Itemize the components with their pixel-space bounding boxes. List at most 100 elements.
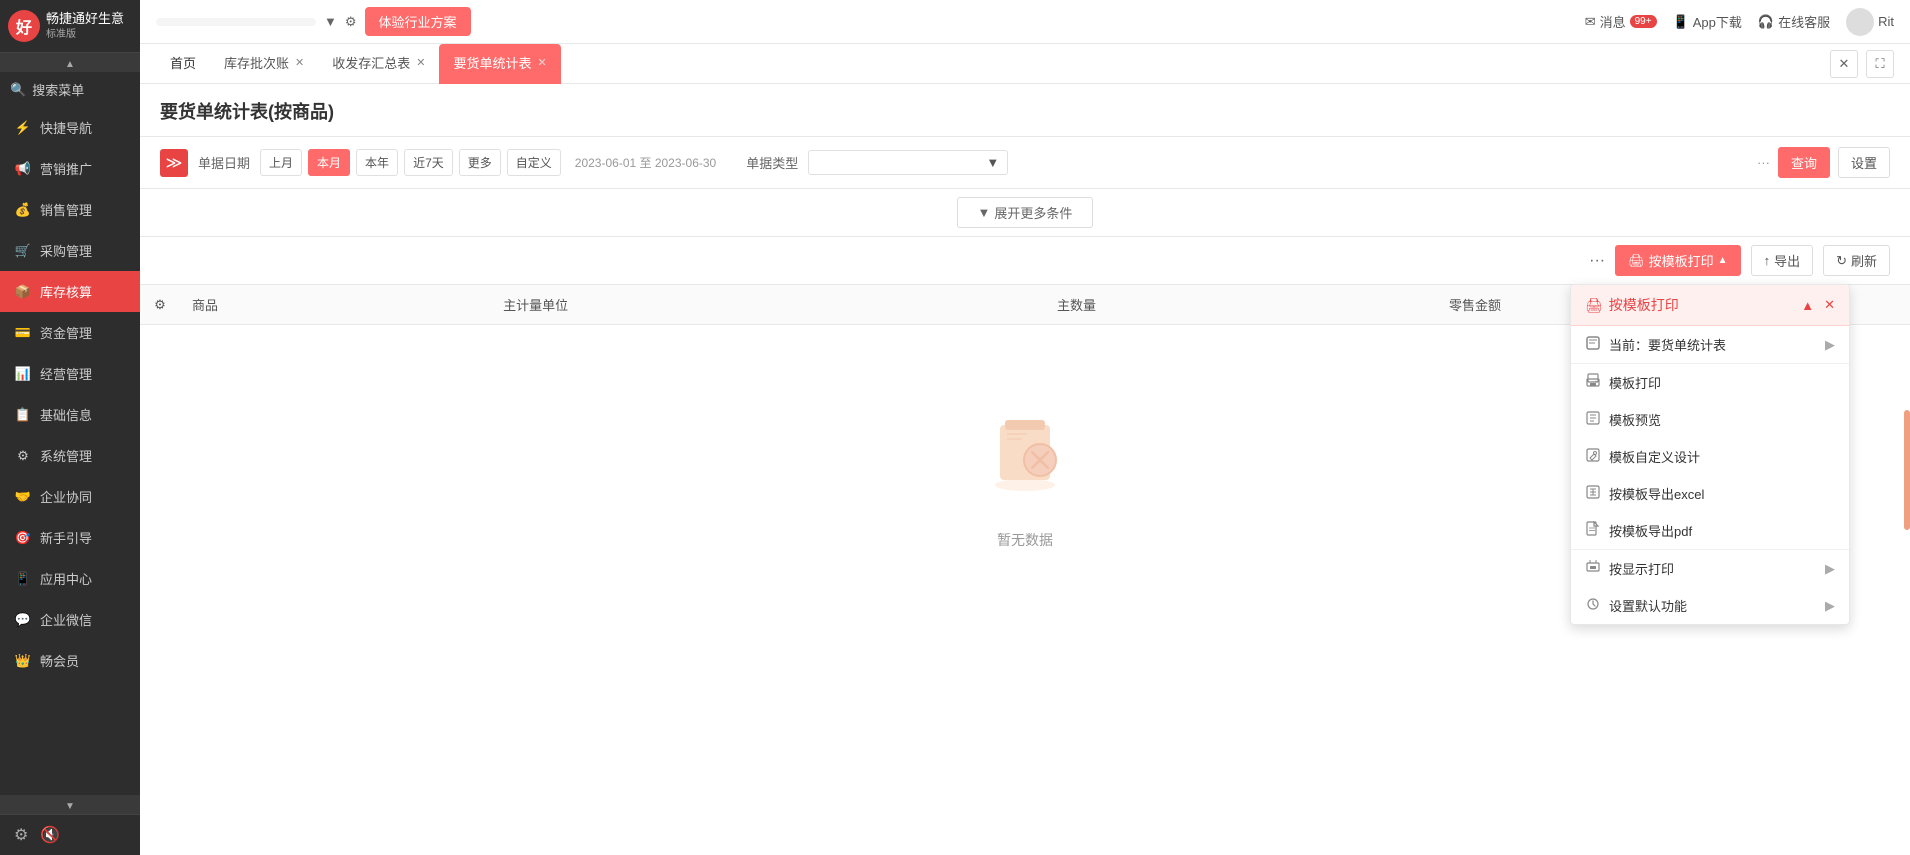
tab-inventory-batch-close[interactable]: ✕	[295, 56, 304, 69]
dropdown-arrow-icon[interactable]: ▼	[324, 14, 337, 29]
print-dropdown-menu: 🖨 按模板打印 ▲ ✕ 当前：要货单统计表 ▶	[1570, 284, 1850, 625]
sidebar-item-system[interactable]: ⚙ 系统管理	[0, 435, 140, 476]
tab-order-stats[interactable]: 要货单统计表 ✕	[439, 44, 560, 84]
tab-order-stats-close[interactable]: ✕	[538, 56, 547, 69]
dropdown-item-template-print[interactable]: 模板打印	[1571, 364, 1849, 401]
sidebar-item-operations[interactable]: 📊 经营管理	[0, 353, 140, 394]
query-button[interactable]: 查询	[1778, 147, 1830, 178]
sidebar-item-marketing[interactable]: 📢 营销推广	[0, 148, 140, 189]
date-btn-last-month[interactable]: 上月	[260, 149, 302, 176]
sidebar-item-guide[interactable]: 🎯 新手引导	[0, 517, 140, 558]
display-print-icon	[1585, 559, 1601, 578]
topbar-gear-icon[interactable]: ⚙	[345, 14, 357, 30]
search-icon: 🔍	[10, 82, 26, 98]
filter-bar: ≫ 单据日期 上月 本月 本年 近7天 更多 自定义 2023-06-01 至 …	[140, 137, 1910, 189]
app-download-item[interactable]: 📱 App下载	[1673, 12, 1742, 31]
sidebar-item-purchase[interactable]: 🛒 采购管理	[0, 230, 140, 271]
app-center-icon: 📱	[14, 570, 32, 588]
promo-button[interactable]: 体验行业方案	[365, 7, 471, 36]
sidebar-item-basic-info[interactable]: 📋 基础信息	[0, 394, 140, 435]
date-btn-this-year[interactable]: 本年	[356, 149, 398, 176]
membership-icon: 👑	[14, 652, 32, 670]
dropdown-item-template-design[interactable]: 模板自定义设计	[1571, 438, 1849, 475]
set-default-icon	[1585, 596, 1601, 615]
headset-icon: 🎧	[1758, 14, 1774, 30]
export-button[interactable]: ↑ 导出	[1751, 245, 1814, 276]
page-header: 要货单统计表(按商品)	[140, 84, 1910, 137]
tab-inventory-batch[interactable]: 库存批次账 ✕	[210, 44, 318, 84]
expand-more-icon: ▼	[978, 205, 991, 220]
print-button[interactable]: 🖨 按模板打印 ▲	[1615, 245, 1740, 276]
sales-icon: 💰	[14, 201, 32, 219]
voucher-type-dropdown-arrow: ▼	[986, 155, 999, 170]
right-scrollbar[interactable]	[1904, 410, 1910, 530]
dropdown-item-current-template[interactable]: 当前：要货单统计表 ▶	[1571, 326, 1849, 363]
date-btn-more[interactable]: 更多	[459, 149, 501, 176]
user-avatar	[1846, 8, 1874, 36]
current-template-arrow: ▶	[1825, 337, 1835, 353]
message-icon: ✉	[1585, 14, 1596, 30]
template-preview-icon	[1585, 410, 1601, 429]
sidebar-item-sales[interactable]: 💰 销售管理	[0, 189, 140, 230]
filter-right: ··· 查询 设置	[1757, 147, 1890, 178]
export-excel-icon	[1585, 484, 1601, 503]
voucher-type-select[interactable]: ▼	[808, 150, 1008, 175]
empty-icon	[975, 405, 1075, 514]
message-item[interactable]: ✉ 消息 99+	[1585, 12, 1657, 31]
sidebar-item-finance[interactable]: 💳 资金管理	[0, 312, 140, 353]
display-print-arrow: ▶	[1825, 561, 1835, 577]
sidebar-footer: ⚙ 🔇	[0, 814, 140, 855]
sidebar-item-cooperation[interactable]: 🤝 企业协同	[0, 476, 140, 517]
cooperation-icon: 🤝	[14, 488, 32, 506]
tab-close-btn[interactable]: ✕	[1830, 50, 1858, 78]
dropdown-item-export-pdf[interactable]: 按模板导出pdf	[1571, 512, 1849, 549]
sidebar-item-quick-nav[interactable]: ⚡ 快捷导航	[0, 107, 140, 148]
sidebar-scroll-up[interactable]: ▲	[0, 53, 140, 72]
tab-collection-summary[interactable]: 收发存汇总表 ✕	[318, 44, 439, 84]
th-settings[interactable]: ⚙	[140, 285, 180, 325]
settings-button[interactable]: 设置	[1838, 147, 1890, 178]
filter-expand-icon[interactable]: ≫	[160, 149, 188, 177]
operations-icon: 📊	[14, 365, 32, 383]
enterprise-wechat-icon: 💬	[14, 611, 32, 629]
tab-home[interactable]: 首页	[156, 44, 210, 84]
dropdown-item-set-default[interactable]: 设置默认功能 ▶	[1571, 587, 1849, 624]
dropdown-close-icon[interactable]: ✕	[1824, 297, 1835, 313]
filter-more-icon[interactable]: ···	[1757, 155, 1770, 170]
toolbar-more-icon[interactable]: ···	[1589, 252, 1605, 270]
sound-footer-icon[interactable]: 🔇	[40, 825, 60, 845]
sidebar-item-enterprise-wechat[interactable]: 💬 企业微信	[0, 599, 140, 640]
template-print-icon	[1585, 373, 1601, 392]
search-bar[interactable]	[156, 18, 316, 26]
tab-maximize-btn[interactable]: ⛶	[1866, 50, 1894, 78]
marketing-icon: 📢	[14, 160, 32, 178]
tab-collection-summary-close[interactable]: ✕	[416, 56, 425, 69]
tabs-right-controls: ✕ ⛶	[1830, 50, 1894, 78]
dropdown-item-export-excel[interactable]: 按模板导出excel	[1571, 475, 1849, 512]
quick-nav-icon: ⚡	[14, 119, 32, 137]
sidebar-item-app-center[interactable]: 📱 应用中心	[0, 558, 140, 599]
refresh-icon: ↻	[1836, 253, 1847, 269]
online-service-item[interactable]: 🎧 在线客服	[1758, 12, 1830, 31]
expand-more-button[interactable]: ▼ 展开更多条件	[957, 197, 1094, 228]
dropdown-item-template-preview[interactable]: 模板预览	[1571, 401, 1849, 438]
top-bar-right: ✉ 消息 99+ 📱 App下载 🎧 在线客服 Rit	[1585, 8, 1894, 36]
settings-footer-icon[interactable]: ⚙	[14, 825, 28, 845]
sidebar-scroll-down[interactable]: ▼	[0, 795, 140, 814]
refresh-button[interactable]: ↻ 刷新	[1823, 245, 1890, 276]
date-btn-7days[interactable]: 近7天	[404, 149, 453, 176]
sidebar-item-inventory[interactable]: 📦 库存核算	[0, 271, 140, 312]
dropdown-header-left: 🖨 按模板打印	[1585, 295, 1679, 315]
filter-date-group: 上月 本月 本年 近7天 更多 自定义	[260, 149, 561, 176]
sidebar-search[interactable]: 🔍 搜索菜单	[0, 72, 140, 107]
date-filter-label: 单据日期	[198, 153, 250, 172]
th-quantity: 主数量	[1045, 285, 1437, 325]
dropdown-close-area[interactable]: ▲ ✕	[1801, 297, 1835, 313]
finance-icon: 💳	[14, 324, 32, 342]
user-avatar-item[interactable]: Rit	[1846, 8, 1894, 36]
date-btn-this-month[interactable]: 本月	[308, 149, 350, 176]
date-btn-custom[interactable]: 自定义	[507, 149, 561, 176]
dropdown-collapse-icon: ▲	[1801, 298, 1814, 313]
dropdown-item-display-print[interactable]: 按显示打印 ▶	[1571, 550, 1849, 587]
sidebar-item-membership[interactable]: 👑 畅会员	[0, 640, 140, 681]
